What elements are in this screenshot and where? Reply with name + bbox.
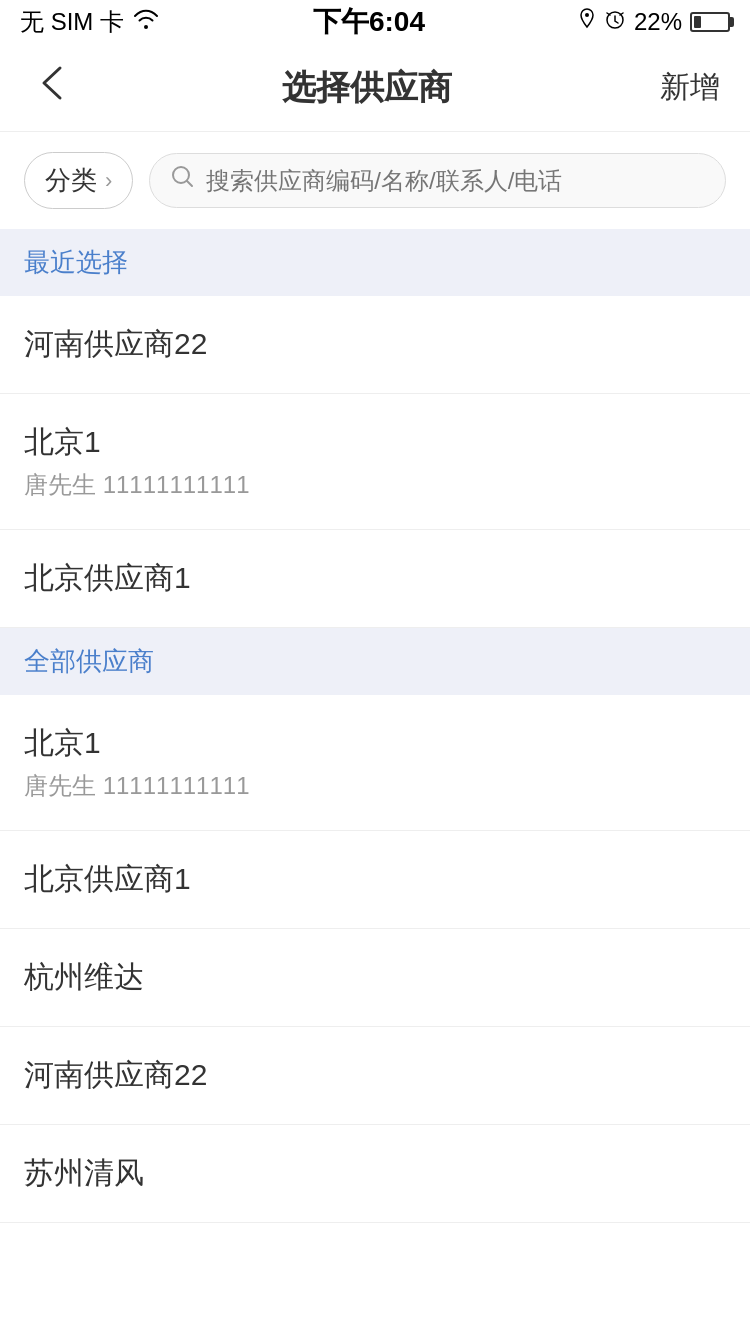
nav-bar: 选择供应商 新增 (0, 44, 750, 132)
all-items-list: 北京1 唐先生 11111111111 北京供应商1 杭州维达河南供应商22 苏州清风 (0, 695, 750, 1223)
search-icon (170, 164, 196, 197)
list-item[interactable]: 北京1 唐先生 11111111111 (0, 394, 750, 530)
search-input[interactable] (206, 167, 705, 195)
list-item[interactable]: 北京1 唐先生 11111111111 (0, 695, 750, 831)
supplier-name: 苏州清风 (24, 1153, 726, 1194)
list-item[interactable]: 杭州维达 (0, 929, 750, 1027)
wifi-icon (132, 8, 160, 36)
status-time: 下午6:04 (313, 3, 425, 41)
supplier-name: 北京供应商1 (24, 859, 726, 900)
list-item[interactable]: 北京供应商1 (0, 831, 750, 929)
recent-section-header: 最近选择 (0, 229, 750, 296)
add-button[interactable]: 新增 (660, 67, 720, 108)
alarm-icon (604, 8, 626, 36)
back-button[interactable] (30, 54, 74, 121)
status-right: 22% (578, 8, 730, 36)
supplier-name: 北京1 (24, 723, 726, 764)
filter-bar: 分类 › (0, 132, 750, 229)
supplier-name: 河南供应商22 (24, 324, 726, 365)
list-item[interactable]: 河南供应商22 (0, 1027, 750, 1125)
supplier-name: 河南供应商22 (24, 1055, 726, 1096)
all-section-header: 全部供应商 (0, 628, 750, 695)
search-box (149, 153, 726, 208)
supplier-detail: 唐先生 11111111111 (24, 469, 726, 501)
page-title: 选择供应商 (282, 65, 452, 111)
all-section-label: 全部供应商 (24, 646, 154, 676)
recent-items-list: 河南供应商22 北京1 唐先生 11111111111 北京供应商1 (0, 296, 750, 628)
svg-point-0 (585, 13, 589, 17)
category-label: 分类 (45, 163, 97, 198)
supplier-name: 北京1 (24, 422, 726, 463)
recent-section-label: 最近选择 (24, 247, 128, 277)
supplier-name: 杭州维达 (24, 957, 726, 998)
battery-icon (690, 12, 730, 32)
list-item[interactable]: 河南供应商22 (0, 296, 750, 394)
list-item[interactable]: 苏州清风 (0, 1125, 750, 1223)
status-left: 无 SIM 卡 (20, 6, 160, 38)
no-sim-text: 无 SIM 卡 (20, 6, 124, 38)
list-item[interactable]: 北京供应商1 (0, 530, 750, 628)
status-bar: 无 SIM 卡 下午6:04 22% (0, 0, 750, 44)
supplier-detail: 唐先生 11111111111 (24, 770, 726, 802)
chevron-right-icon: › (105, 168, 112, 194)
location-icon (578, 8, 596, 36)
supplier-name: 北京供应商1 (24, 558, 726, 599)
category-button[interactable]: 分类 › (24, 152, 133, 209)
battery-percent: 22% (634, 8, 682, 36)
